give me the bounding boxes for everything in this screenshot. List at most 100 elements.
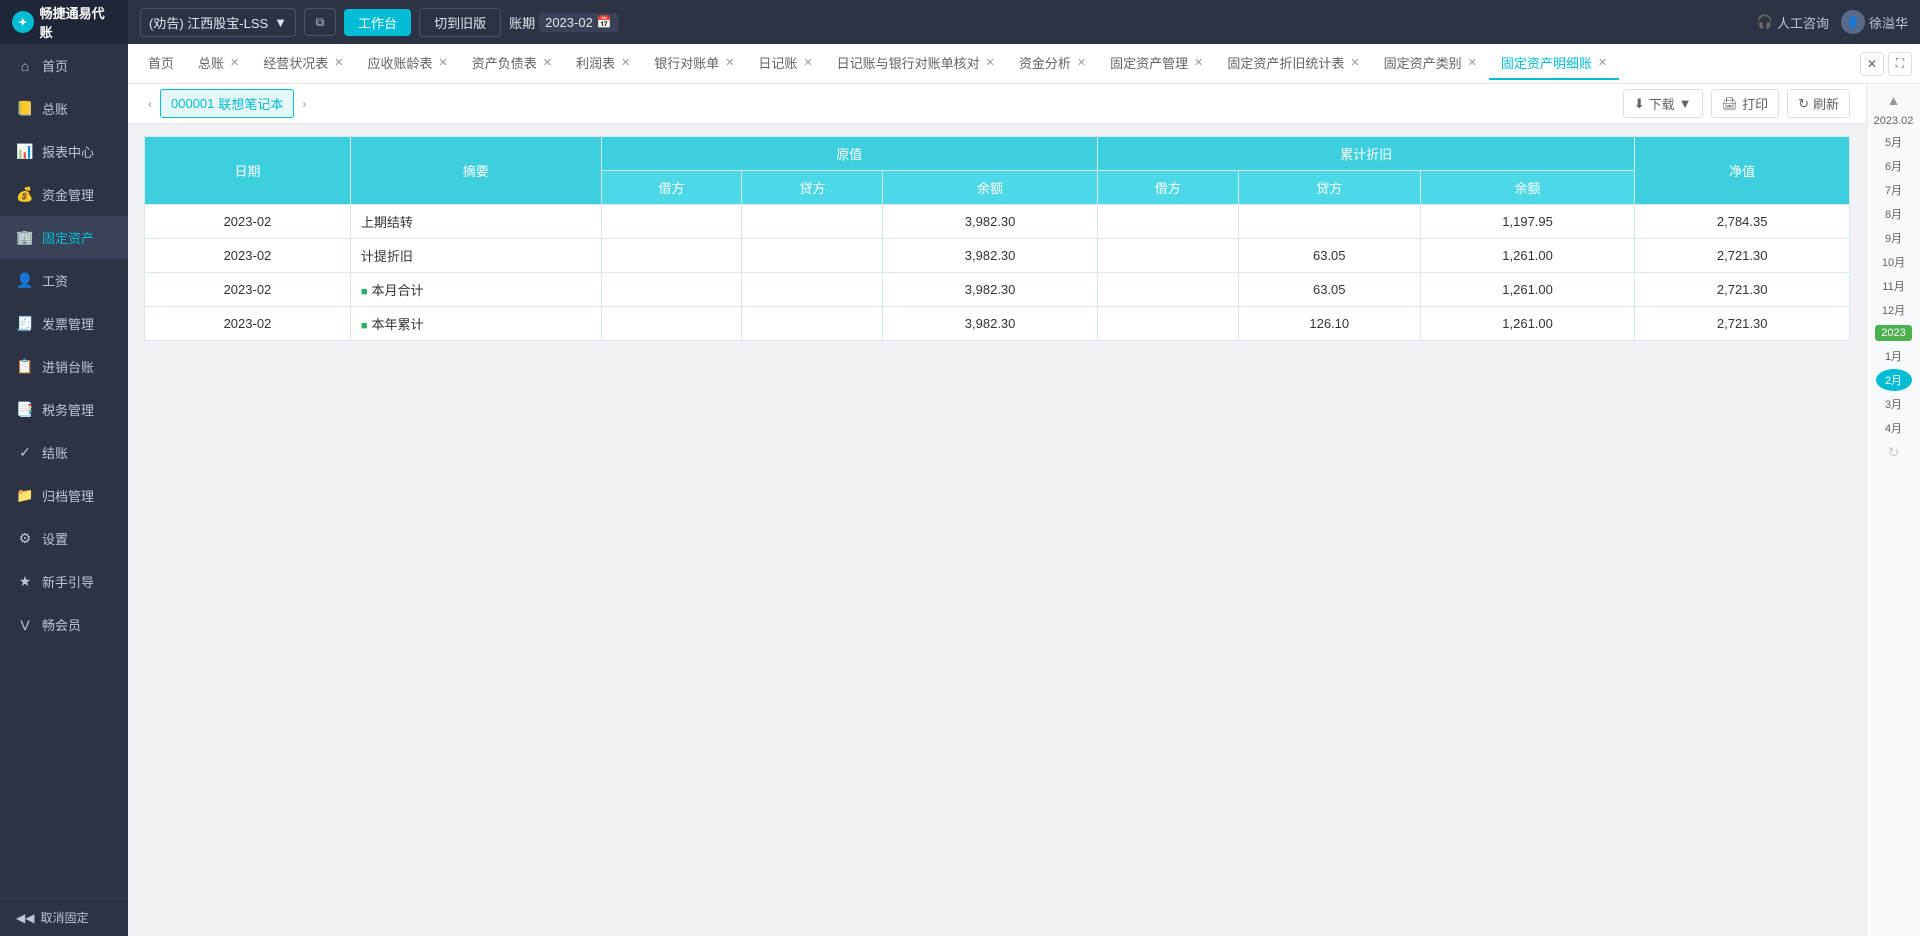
sidebar: ✦ 畅捷通易代账 ⌂ 首页 📒 总账 📊 报表中心 💰 资金管理 🏢 固定资产 … <box>0 0 128 936</box>
cell-dep-balance: 1,197.95 <box>1420 205 1635 239</box>
asset-tab[interactable]: 000001 联想笔记本 <box>160 89 294 118</box>
sidebar-label-archive: 归档管理 <box>42 486 94 505</box>
timeline-down[interactable]: ↻ <box>1884 440 1904 465</box>
refresh-btn[interactable]: ↻ 刷新 <box>1787 89 1850 118</box>
tab-label-journal: 日记账 <box>758 53 797 72</box>
timeline-m3[interactable]: 3月 <box>1876 393 1912 415</box>
cell-orig-balance: 3,982.30 <box>883 205 1098 239</box>
sidebar-item-settings[interactable]: ⚙ 设置 <box>0 517 128 560</box>
sidebar-icon-invoice: 🧾 <box>16 315 34 332</box>
sidebar-item-funds[interactable]: 💰 资金管理 <box>0 173 128 216</box>
sidebar-icon-tax: 📑 <box>16 401 34 418</box>
tab-journal[interactable]: 日记账 ✕ <box>746 47 824 80</box>
sidebar-item-settle[interactable]: ✓ 结账 <box>0 431 128 474</box>
logo-icon: ✦ <box>12 11 34 33</box>
timeline-m10[interactable]: 10月 <box>1876 251 1912 273</box>
period-value: 2023-02 <box>545 15 593 30</box>
tab-fixed-detail[interactable]: 固定资产明细账✕ <box>1489 47 1619 80</box>
tab-fixed-mgmt[interactable]: 固定资产管理✕ <box>1098 47 1215 80</box>
timeline-m8[interactable]: 8月 <box>1876 203 1912 225</box>
sidebar-item-sales[interactable]: 📋 进销台账 <box>0 345 128 388</box>
timeline-m4[interactable]: 4月 <box>1876 417 1912 439</box>
tab-fund-analysis[interactable]: 资金分析 ✕ <box>1007 47 1098 80</box>
tab-ledger[interactable]: 总账 ✕ <box>186 47 251 80</box>
sidebar-item-archive[interactable]: 📁 归档管理 <box>0 474 128 517</box>
sidebar-label-sales: 进销台账 <box>42 357 94 376</box>
tab-close-profit[interactable]: ✕ <box>621 56 630 69</box>
tab-close-status[interactable]: ✕ <box>334 56 343 69</box>
timeline-m9[interactable]: 9月 <box>1876 227 1912 249</box>
timeline-m5[interactable]: 5月 <box>1876 131 1912 153</box>
tab-close-receivable[interactable]: ✕ <box>439 56 448 69</box>
timeline-m12[interactable]: 12月 <box>1876 299 1912 321</box>
sidebar-item-reports[interactable]: 📊 报表中心 <box>0 130 128 173</box>
download-btn[interactable]: ⬇ 下载 ▼ <box>1623 89 1703 118</box>
sidebar-item-ledger[interactable]: 📒 总账 <box>0 87 128 130</box>
tab-label-fund-analysis: 资金分析 <box>1019 53 1071 72</box>
timeline-year-label: 2023 <box>1875 325 1911 341</box>
tab-close-fixed-depreciation[interactable]: ✕ <box>1350 56 1359 69</box>
sidebar-item-invoice[interactable]: 🧾 发票管理 <box>0 302 128 345</box>
print-btn[interactable]: 🖨 打印 <box>1711 89 1780 118</box>
period-badge[interactable]: 2023-02 📅 <box>539 13 618 32</box>
sidebar-item-member[interactable]: V 畅会员 <box>0 603 128 646</box>
subtotal-icon: ■ <box>361 320 368 332</box>
fullscreen-btn[interactable]: ⛶ <box>1888 52 1912 76</box>
cell-net: 2,721.30 <box>1635 239 1850 273</box>
tab-receivable[interactable]: 应收账龄表✕ <box>355 47 459 80</box>
user-menu[interactable]: 👤 徐溢华 <box>1841 10 1908 34</box>
timeline-m11[interactable]: 11月 <box>1876 275 1912 297</box>
workspace-btn[interactable]: 工作台 <box>344 9 411 36</box>
tab-profit[interactable]: 利润表✕ <box>564 47 642 80</box>
sidebar-pin-btn[interactable]: ◀◀ 取消固定 <box>0 898 128 936</box>
service-btn[interactable]: 🎧 人工咨询 <box>1757 13 1829 32</box>
tab-fixed-depreciation[interactable]: 固定资产折旧统计表✕ <box>1215 47 1371 80</box>
copy-btn[interactable]: ⧉ <box>304 8 336 36</box>
timeline-m7[interactable]: 7月 <box>1876 179 1912 201</box>
tab-bank[interactable]: 银行对账单 ✕ <box>642 47 746 80</box>
tab-close-fixed-detail[interactable]: ✕ <box>1598 56 1607 69</box>
timeline-up[interactable]: ▲ <box>1883 88 1905 112</box>
tab-close-balance[interactable]: ✕ <box>543 56 552 69</box>
sidebar-item-fixed-assets[interactable]: 🏢 固定资产 <box>0 216 128 259</box>
tab-status[interactable]: 经营状况表✕ <box>251 47 355 80</box>
tab-label-journal-bank: 日记账与银行对账单核对 <box>837 53 980 72</box>
tab-close-fund-analysis[interactable]: ✕ <box>1077 56 1086 69</box>
tab-close-journal-bank[interactable]: ✕ <box>986 56 995 69</box>
cell-orig-balance: 3,982.30 <box>883 273 1098 307</box>
cell-dep-balance: 1,261.00 <box>1420 239 1635 273</box>
timeline-m6[interactable]: 6月 <box>1876 155 1912 177</box>
sidebar-item-guide[interactable]: ★ 新手引导 <box>0 560 128 603</box>
tab-close-ledger[interactable]: ✕ <box>230 56 239 69</box>
tab-close-fixed-category[interactable]: ✕ <box>1468 56 1477 69</box>
sidebar-icon-funds: 💰 <box>16 186 34 203</box>
tab-balance[interactable]: 资产负债表 ✕ <box>460 47 564 80</box>
cell-orig-debit <box>601 239 742 273</box>
subnav-next[interactable]: › <box>298 93 310 115</box>
tab-label-balance: 资产负债表 <box>472 53 537 72</box>
tab-label-bank: 银行对账单 <box>654 53 719 72</box>
print-icon: 🖨 <box>1722 96 1739 112</box>
sidebar-label-tax: 税务管理 <box>42 400 94 419</box>
th-date: 日期 <box>145 137 351 205</box>
tab-journal-bank[interactable]: 日记账与银行对账单核对 ✕ <box>825 47 1007 80</box>
tab-close-journal[interactable]: ✕ <box>803 56 812 69</box>
cell-orig-credit <box>742 273 883 307</box>
switch-btn[interactable]: 切到旧版 <box>419 8 501 37</box>
timeline-m2[interactable]: 2月 <box>1876 369 1912 391</box>
company-selector[interactable]: (劝告) 江西股宝-LSS ▼ <box>140 8 296 37</box>
cell-date: 2023-02 <box>145 205 351 239</box>
timeline-m1[interactable]: 1月 <box>1876 345 1912 367</box>
tab-home[interactable]: 首页 <box>136 47 186 80</box>
cell-orig-credit <box>742 239 883 273</box>
close-all-btn[interactable]: ✕ <box>1860 52 1884 76</box>
tab-close-fixed-mgmt[interactable]: ✕ <box>1194 56 1203 69</box>
cell-dep-balance: 1,261.00 <box>1420 273 1635 307</box>
tab-label-ledger: 总账 <box>198 53 224 72</box>
sidebar-item-payroll[interactable]: 👤 工资 <box>0 259 128 302</box>
sidebar-item-tax[interactable]: 📑 税务管理 <box>0 388 128 431</box>
sidebar-item-home[interactable]: ⌂ 首页 <box>0 44 128 87</box>
tab-close-bank[interactable]: ✕ <box>725 56 734 69</box>
subnav-prev[interactable]: ‹ <box>144 93 156 115</box>
tab-fixed-category[interactable]: 固定资产类别✕ <box>1372 47 1489 80</box>
